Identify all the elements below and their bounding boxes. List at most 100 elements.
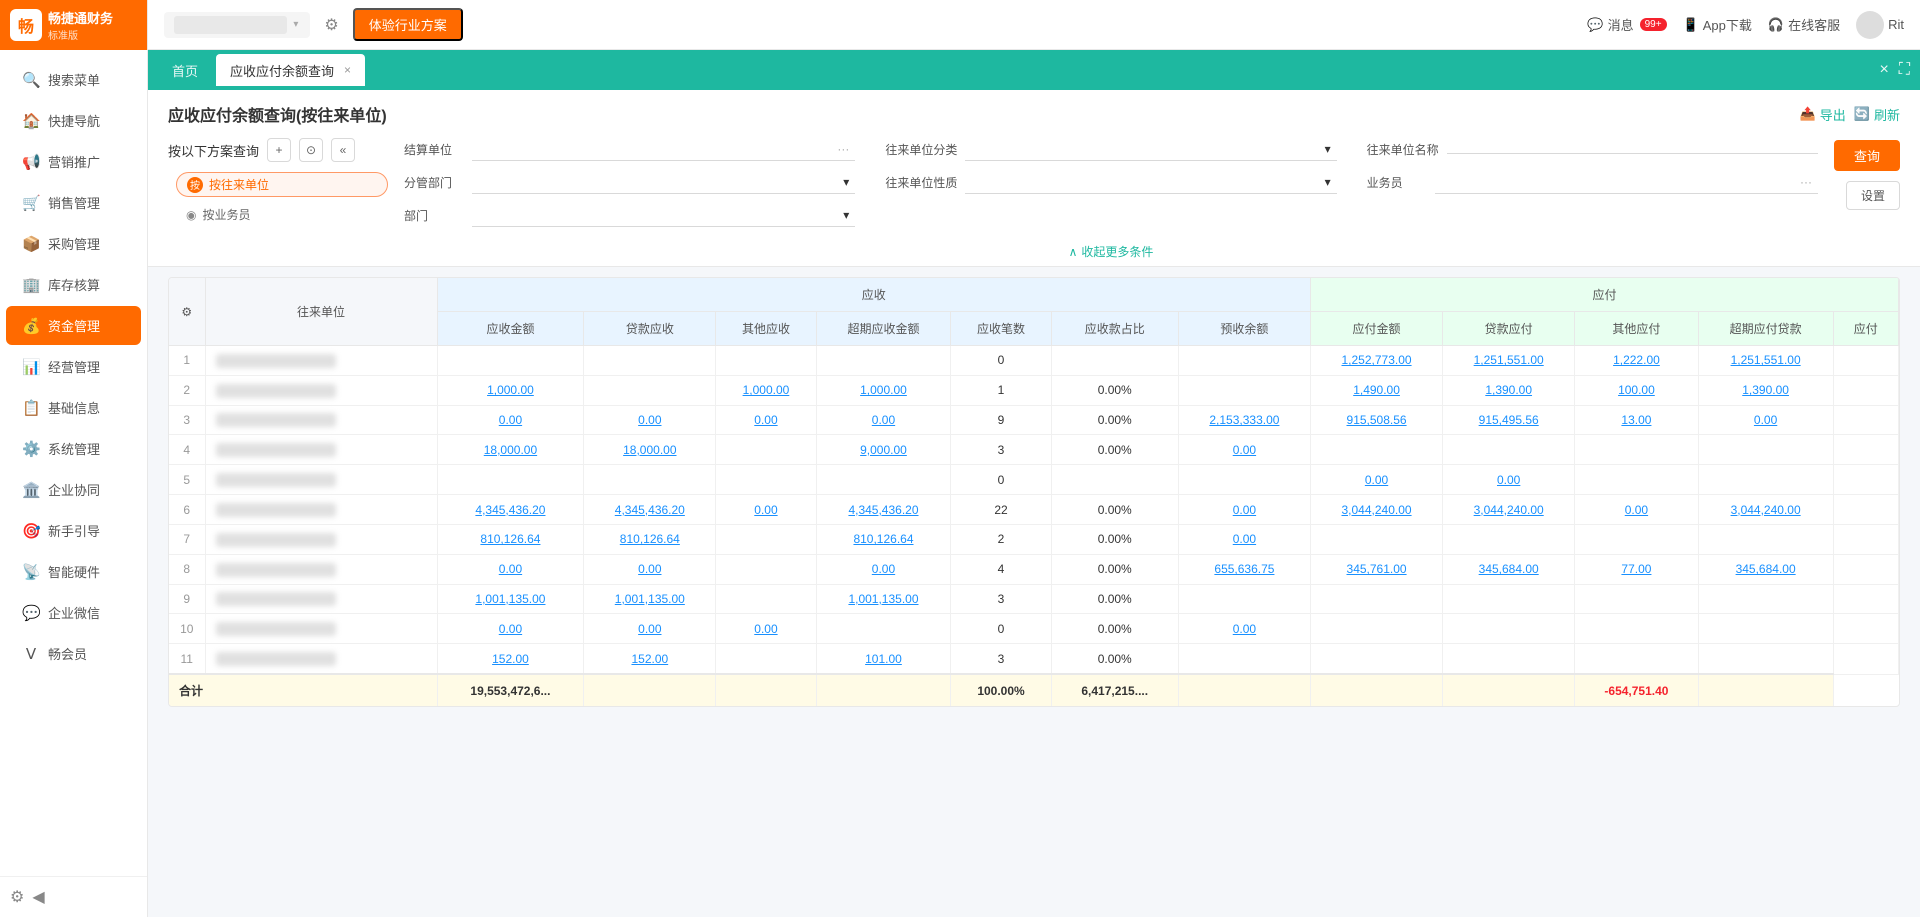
message-badge: 99+ — [1640, 18, 1667, 31]
tab-home[interactable]: 首页 — [158, 54, 212, 86]
sidebar-item-operations[interactable]: 📊 经营管理 — [6, 347, 141, 386]
tab-ar-ap[interactable]: 应收应付余额查询 × — [216, 54, 365, 86]
row-number: 6 — [169, 495, 205, 525]
table-row: 418,000.0018,000.009,000.0030.00%0.00 — [169, 435, 1899, 465]
tab-close-icon[interactable]: × — [344, 63, 351, 77]
table-row: 7810,126.64810,126.64810,126.6420.00%0.0… — [169, 524, 1899, 554]
user-area[interactable]: Rit — [1856, 11, 1904, 39]
sidebar-item-hardware[interactable]: 📡 智能硬件 — [6, 552, 141, 591]
dept-label: 部门 — [404, 207, 464, 224]
sidebar-item-label: 资金管理 — [48, 316, 100, 335]
table-container: ⚙ 往来单位 应收 应付 应收金额 贷款应收 其他应收 超期应收金额 应收笔数 … — [148, 267, 1920, 917]
counterpart-name-input[interactable] — [1447, 145, 1818, 154]
sidebar-item-system[interactable]: ⚙️ 系统管理 — [6, 429, 141, 468]
counterpart-category-input[interactable]: ▾ — [965, 138, 1336, 161]
sidebar-item-quick-nav[interactable]: 🏠 快捷导航 — [6, 101, 141, 140]
table-row: 101,252,773.001,251,551.001,222.001,251,… — [169, 346, 1899, 376]
footer-ap-advance[interactable]: 6,417,215.... — [1051, 674, 1178, 706]
settlement-unit-input[interactable]: ··· — [472, 138, 855, 161]
row-number: 2 — [169, 375, 205, 405]
topbar: ▾ ⚙ 体验行业方案 💬 消息 99+ 📱 App下载 🎧 在线客服 Rit — [148, 0, 1920, 50]
sidebar-item-sales[interactable]: 🛒 销售管理 — [6, 183, 141, 222]
sidebar-bottom: ⚙ ◀ — [0, 876, 147, 917]
col-group-ar: 应收 — [437, 278, 1310, 312]
row-ar-count: 0 — [951, 346, 1051, 376]
footer-ar-total[interactable]: 19,553,472,6... — [437, 674, 584, 706]
footer-label: 合计 — [169, 674, 437, 706]
table-row: 21,000.001,000.001,000.0010.00%1,490.001… — [169, 375, 1899, 405]
row-number: 11 — [169, 644, 205, 674]
add-filter-btn[interactable]: + — [267, 138, 291, 162]
filter-salesperson: 业务员 ··· — [1367, 171, 1818, 194]
dept-manager-input[interactable]: ▾ — [472, 171, 855, 194]
settings-bottom-btn[interactable]: ⚙ — [10, 887, 24, 907]
sidebar-item-enterprise[interactable]: 🏛️ 企业协同 — [6, 470, 141, 509]
table-body: 101,252,773.001,251,551.001,222.001,251,… — [169, 346, 1899, 675]
sidebar-item-label: 系统管理 — [48, 439, 100, 458]
funds-icon: 💰 — [22, 317, 40, 335]
sidebar-item-guide[interactable]: 🎯 新手引导 — [6, 511, 141, 550]
row-ar-count: 0 — [951, 614, 1051, 644]
guide-icon: 🎯 — [22, 522, 40, 540]
col-ar-ratio: 应收款占比 — [1051, 312, 1178, 346]
row-ar-count: 3 — [951, 584, 1051, 614]
ar-ap-table: ⚙ 往来单位 应收 应付 应收金额 贷款应收 其他应收 超期应收金额 应收笔数 … — [169, 278, 1899, 706]
col-settings[interactable]: ⚙ — [169, 278, 205, 346]
enterprise-icon: 🏛️ — [22, 481, 40, 499]
row-number: 8 — [169, 554, 205, 584]
footer-empty7 — [1698, 674, 1833, 706]
footer-ar-ratio: 100.00% — [951, 674, 1051, 706]
schema-salesperson[interactable]: ◉ 按业务员 — [176, 203, 388, 226]
search-menu-icon: 🔍 — [22, 71, 40, 89]
filter-counterpart-nature: 往来单位性质 ▾ — [885, 171, 1336, 194]
filter-collapse-schema-btn[interactable]: « — [331, 138, 355, 162]
filter-dept-manager: 分管部门 ▾ — [404, 171, 855, 194]
table-row: 91,001,135.001,001,135.001,001,135.0030.… — [169, 584, 1899, 614]
topbar-path: ▾ — [164, 12, 310, 38]
row-number: 9 — [169, 584, 205, 614]
sidebar-item-label: 经营管理 — [48, 357, 100, 376]
row-counterpart — [205, 524, 437, 554]
sidebar-item-marketing[interactable]: 📢 营销推广 — [6, 142, 141, 181]
collapse-more-btn[interactable]: ∧ 收起更多条件 — [404, 237, 1818, 266]
app-download-btn[interactable]: 📱 App下载 — [1683, 15, 1752, 34]
sidebar-item-wechat[interactable]: 💬 企业微信 — [6, 593, 141, 632]
service-btn[interactable]: 🎧 在线客服 — [1768, 15, 1840, 34]
app-version: 标准版 — [48, 27, 113, 42]
close-window-btn[interactable]: × — [1879, 61, 1888, 79]
settings-button[interactable]: 设置 — [1846, 181, 1900, 210]
footer-empty4 — [1178, 674, 1310, 706]
refresh-button[interactable]: 🔄 刷新 — [1854, 105, 1900, 124]
filter-schemas: 按 按往来单位 ◉ 按业务员 — [168, 172, 388, 226]
promo-button[interactable]: 体验行业方案 — [353, 8, 463, 41]
export-button[interactable]: 📤 导出 — [1800, 105, 1846, 124]
col-ap-extra: 应付 — [1833, 312, 1898, 346]
messages-btn[interactable]: 💬 消息 99+ — [1587, 15, 1666, 34]
sidebar-item-label: 采购管理 — [48, 234, 100, 253]
member-icon: Ⅴ — [22, 645, 40, 663]
export-label: 导出 — [1820, 105, 1846, 124]
sidebar-item-inventory[interactable]: 🏢 库存核算 — [6, 265, 141, 304]
sidebar-item-funds[interactable]: 💰 资金管理 — [6, 306, 141, 345]
salesperson-input[interactable]: ··· — [1435, 171, 1818, 194]
filter-counterpart-name: 往来单位名称 — [1367, 138, 1818, 161]
footer-empty2 — [716, 674, 816, 706]
dept-input[interactable]: ▾ — [472, 204, 855, 227]
counterpart-nature-input[interactable]: ▾ — [965, 171, 1336, 194]
path-chevron-icon: ▾ — [293, 19, 298, 30]
col-ar-other: 其他应收 — [716, 312, 816, 346]
maximize-btn[interactable]: ⛶ — [1899, 61, 1910, 79]
schema-counterpart[interactable]: 按 按往来单位 — [176, 172, 388, 197]
row-counterpart — [205, 614, 437, 644]
sidebar-item-member[interactable]: Ⅴ 畅会员 — [6, 634, 141, 673]
collapse-btn[interactable]: ◀ — [32, 887, 44, 907]
col-ap-loan: 贷款应付 — [1443, 312, 1575, 346]
avatar — [1856, 11, 1884, 39]
gear-icon[interactable]: ⚙ — [320, 11, 342, 39]
sidebar-item-purchase[interactable]: 📦 采购管理 — [6, 224, 141, 263]
filter-settings-btn[interactable]: ⊙ — [299, 138, 323, 162]
query-button[interactable]: 查询 — [1834, 140, 1900, 171]
footer-empty5 — [1310, 674, 1442, 706]
sidebar-item-basic-info[interactable]: 📋 基础信息 — [6, 388, 141, 427]
sidebar-item-search[interactable]: 🔍 搜索菜单 — [6, 60, 141, 99]
